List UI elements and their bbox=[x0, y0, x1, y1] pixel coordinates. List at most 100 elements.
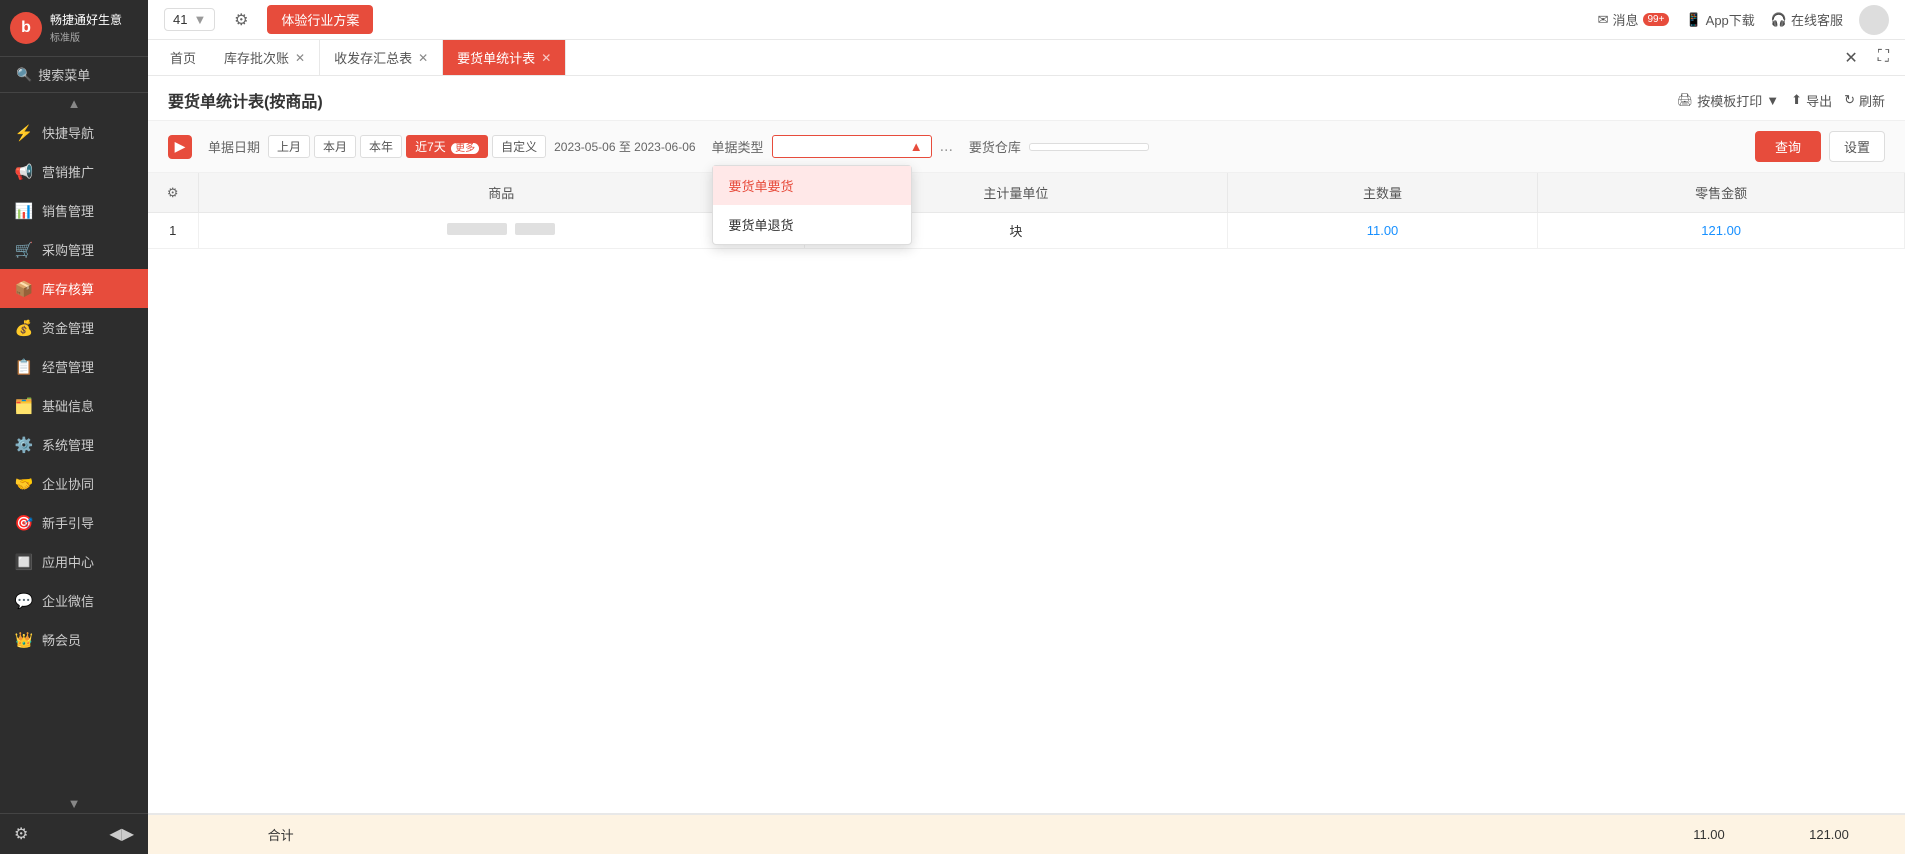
header-gear-button[interactable]: ⚙ bbox=[227, 6, 255, 34]
app-title: 畅捷通好生意 bbox=[50, 12, 122, 29]
dropdown-order-goods[interactable]: 要货单要货 bbox=[713, 166, 911, 205]
sidebar-collapse-icon[interactable]: ◀▶ bbox=[109, 824, 134, 844]
type-filter-label: 单据类型 bbox=[712, 137, 764, 156]
bottom-settings-icon[interactable]: ⚙ bbox=[14, 824, 28, 844]
purchase-icon: 🛒 bbox=[14, 241, 34, 259]
search-label: 搜索菜单 bbox=[38, 65, 90, 84]
user-avatar[interactable] bbox=[1859, 5, 1889, 35]
appstore-icon: 🔲 bbox=[14, 553, 34, 571]
sidebar-item-purchase[interactable]: 🛒 采购管理 bbox=[0, 230, 148, 269]
row-amount: 121.00 bbox=[1538, 213, 1905, 249]
tab-close-all[interactable]: ✕ bbox=[1836, 46, 1865, 70]
page-content: 要货单统计表(按商品) 🖨 按模板打印 ▼ ⬆ 导出 ↻ 刷新 ▶ bbox=[148, 76, 1905, 854]
app-logo: b 畅捷通好生意 标准版 bbox=[0, 0, 148, 57]
wechat-icon: 💬 bbox=[14, 592, 34, 610]
download-icon: 📱 bbox=[1685, 12, 1701, 28]
app-subtitle: 标准版 bbox=[50, 29, 122, 44]
sidebar-item-inventory[interactable]: 📦 库存核算 bbox=[0, 269, 148, 308]
sidebar-item-wechat[interactable]: 💬 企业微信 bbox=[0, 581, 148, 620]
type-filter-group: 单据类型 ▲ ... 要货单要货 要货单退货 bbox=[712, 135, 953, 158]
scroll-bottom[interactable]: ▼ bbox=[0, 793, 148, 813]
page-actions: 🖨 按模板打印 ▼ ⬆ 导出 ↻ 刷新 bbox=[1677, 91, 1885, 110]
more-badge: 更多 bbox=[451, 143, 479, 154]
filter-action-buttons: 查询 设置 bbox=[1755, 131, 1885, 162]
export-button[interactable]: ⬆ 导出 bbox=[1791, 91, 1832, 110]
tab-batch-account[interactable]: 库存批次账 ✕ bbox=[210, 40, 320, 75]
header-left: 41 ▼ ⚙ 体验行业方案 bbox=[164, 5, 373, 34]
scroll-top[interactable]: ▲ bbox=[0, 93, 148, 113]
sidebar-item-finance[interactable]: 💰 资金管理 bbox=[0, 308, 148, 347]
search-menu[interactable]: 🔍 搜索菜单 bbox=[0, 57, 148, 93]
this-month-btn[interactable]: 本月 bbox=[314, 135, 356, 158]
print-button[interactable]: 🖨 按模板打印 ▼ bbox=[1677, 91, 1779, 110]
finance-icon: 💰 bbox=[14, 319, 34, 337]
page-title: 要货单统计表(按商品) bbox=[168, 88, 323, 112]
warehouse-select[interactable] bbox=[1029, 143, 1149, 151]
basic-icon: 🗂️ bbox=[14, 397, 34, 415]
tab-expand[interactable]: ⛶ bbox=[1870, 46, 1897, 70]
service-label: 在线客服 bbox=[1791, 10, 1843, 29]
sidebar-item-basic[interactable]: 🗂️ 基础信息 bbox=[0, 386, 148, 425]
sidebar-item-sales[interactable]: 📊 销售管理 bbox=[0, 191, 148, 230]
summary-label: 合计 bbox=[164, 825, 294, 844]
data-table: ⚙ 商品 主计量单位 主数量 零售金额 1 bbox=[148, 173, 1905, 249]
tab-receipts-summary[interactable]: 收发存汇总表 ✕ bbox=[320, 40, 443, 75]
online-service-action[interactable]: 🎧 在线客服 bbox=[1771, 10, 1843, 29]
table-gear-icon[interactable]: ⚙ bbox=[167, 185, 179, 200]
sidebar-item-guide[interactable]: 🎯 新手引导 bbox=[0, 503, 148, 542]
print-icon: 🖨 bbox=[1677, 92, 1694, 108]
tab-home[interactable]: 首页 bbox=[156, 42, 210, 73]
service-icon: 🎧 bbox=[1771, 12, 1787, 28]
type-select-arrow: ▲ bbox=[910, 139, 923, 154]
settings-button[interactable]: 设置 bbox=[1829, 131, 1885, 162]
product-placeholder1 bbox=[447, 223, 507, 235]
tab-right-buttons: ✕ ⛶ bbox=[1836, 46, 1897, 70]
last-7days-btn[interactable]: 近7天 更多 bbox=[406, 135, 488, 158]
summary-amount: 121.00 bbox=[1769, 827, 1889, 842]
member-icon: 👑 bbox=[14, 631, 34, 649]
app-download-label: App下载 bbox=[1706, 10, 1755, 29]
header-right: ✉ 消息 99+ 📱 App下载 🎧 在线客服 bbox=[1598, 5, 1889, 35]
sales-icon: 📊 bbox=[14, 202, 34, 220]
th-amount: 零售金额 bbox=[1538, 173, 1905, 213]
th-settings[interactable]: ⚙ bbox=[148, 173, 198, 213]
marketing-icon: 📢 bbox=[14, 163, 34, 181]
th-quantity: 主数量 bbox=[1227, 173, 1538, 213]
sidebar-item-marketing[interactable]: 📢 营销推广 bbox=[0, 152, 148, 191]
custom-date-btn[interactable]: 自定义 bbox=[492, 135, 546, 158]
query-button[interactable]: 查询 bbox=[1755, 131, 1821, 162]
sidebar-item-system[interactable]: ⚙️ 系统管理 bbox=[0, 425, 148, 464]
sidebar-item-quick-nav[interactable]: ⚡ 快捷导航 bbox=[0, 113, 148, 152]
filter-expand-button[interactable]: ▶ bbox=[168, 135, 192, 159]
tab-close-order[interactable]: ✕ bbox=[541, 51, 551, 65]
type-dropdown-menu: 要货单要货 要货单退货 bbox=[712, 165, 912, 245]
system-icon: ⚙️ bbox=[14, 436, 34, 454]
app-download-action[interactable]: 📱 App下载 bbox=[1685, 10, 1754, 29]
this-year-btn[interactable]: 本年 bbox=[360, 135, 402, 158]
store-dropdown-arrow: ▼ bbox=[193, 12, 206, 27]
guide-icon: 🎯 bbox=[14, 514, 34, 532]
export-icon: ⬆ bbox=[1791, 92, 1802, 108]
tab-close-batch[interactable]: ✕ bbox=[295, 51, 305, 65]
dropdown-order-return[interactable]: 要货单退货 bbox=[713, 205, 911, 244]
type-select[interactable]: ▲ bbox=[772, 135, 932, 158]
sidebar-item-operations[interactable]: 📋 经营管理 bbox=[0, 347, 148, 386]
sidebar-nav: ⚡ 快捷导航 📢 营销推广 📊 销售管理 🛒 采购管理 📦 库存核算 💰 资金管… bbox=[0, 113, 148, 793]
trial-button[interactable]: 体验行业方案 bbox=[267, 5, 373, 34]
last-month-btn[interactable]: 上月 bbox=[268, 135, 310, 158]
message-action[interactable]: ✉ 消息 99+ bbox=[1598, 10, 1670, 29]
date-filter-label: 单据日期 bbox=[208, 137, 260, 156]
sidebar-item-enterprise[interactable]: 🤝 企业协同 bbox=[0, 464, 148, 503]
store-selector[interactable]: 41 ▼ bbox=[164, 8, 215, 31]
tab-bar: 首页 库存批次账 ✕ 收发存汇总表 ✕ 要货单统计表 ✕ ✕ ⛶ bbox=[148, 40, 1905, 76]
summary-quantity: 11.00 bbox=[1649, 827, 1769, 842]
refresh-icon: ↻ bbox=[1844, 92, 1855, 108]
print-dropdown-icon: ▼ bbox=[1766, 93, 1779, 108]
refresh-button[interactable]: ↻ 刷新 bbox=[1844, 91, 1885, 110]
tab-close-receipts[interactable]: ✕ bbox=[418, 51, 428, 65]
sidebar-item-appstore[interactable]: 🔲 应用中心 bbox=[0, 542, 148, 581]
product-placeholder2 bbox=[515, 223, 555, 235]
more-filters-button[interactable]: ... bbox=[940, 138, 953, 156]
sidebar-item-member[interactable]: 👑 畅会员 bbox=[0, 620, 148, 659]
tab-order-summary[interactable]: 要货单统计表 ✕ bbox=[443, 40, 566, 75]
